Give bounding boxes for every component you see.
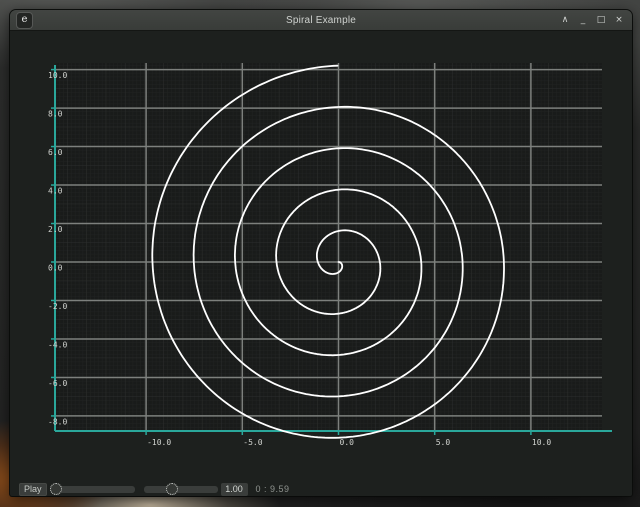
window-controls: ∧ _ □ ×	[559, 10, 625, 30]
svg-text:-4.0: -4.0	[48, 340, 67, 349]
time-range-label: 0 : 9.59	[255, 484, 290, 494]
time-slider[interactable]	[49, 482, 135, 497]
unmaximize-icon[interactable]: ∧	[559, 10, 571, 30]
time-slider-handle[interactable]	[49, 482, 62, 495]
animation-controls-bar: Play 1.00 0 : 9.59	[10, 476, 632, 502]
speed-slider-track[interactable]	[143, 485, 218, 493]
svg-text:10.0: 10.0	[532, 438, 551, 447]
speed-slider[interactable]	[143, 482, 218, 497]
svg-text:-10.0: -10.0	[147, 438, 171, 447]
svg-text:4.0: 4.0	[48, 187, 63, 196]
spiral-plot[interactable]: 10.0 8.0 6.0 4.0 2.0 0.0 -2.0 -4.0 -6.0 -8.0 -10.0…	[10, 31, 632, 476]
svg-text:-2.0: -2.0	[48, 302, 67, 311]
svg-text:2.0: 2.0	[48, 225, 63, 234]
titlebar[interactable]: e Spiral Example ∧ _ □ ×	[10, 10, 632, 31]
spiral-example-window: e Spiral Example ∧ _ □ × 10.0 8.0 6.0 4.0 2.…	[10, 10, 632, 496]
desktop: { "colors": { "accent_teal": "#2aa79b", …	[0, 0, 640, 507]
minimize-icon[interactable]: _	[577, 10, 589, 30]
svg-text:-8.0: -8.0	[48, 417, 67, 426]
speed-slider-handle[interactable]	[166, 482, 179, 495]
window-title: Spiral Example	[285, 14, 357, 26]
svg-text:-6.0: -6.0	[48, 379, 67, 388]
maximize-icon[interactable]: □	[595, 10, 607, 30]
svg-text:-5.0: -5.0	[243, 438, 262, 447]
svg-text:0.0: 0.0	[48, 264, 63, 273]
svg-text:10.0: 10.0	[48, 71, 67, 80]
play-button[interactable]: Play	[19, 482, 47, 496]
svg-text:6.0: 6.0	[48, 148, 63, 157]
svg-text:5.0: 5.0	[436, 438, 451, 447]
svg-text:0.0: 0.0	[340, 438, 355, 447]
plot-canvas[interactable]: 10.0 8.0 6.0 4.0 2.0 0.0 -2.0 -4.0 -6.0 -8.0 -10.0…	[10, 31, 632, 471]
close-icon[interactable]: ×	[613, 10, 625, 30]
speed-value-field[interactable]: 1.00	[220, 482, 248, 496]
time-slider-track[interactable]	[49, 485, 135, 493]
svg-text:8.0: 8.0	[48, 110, 63, 119]
